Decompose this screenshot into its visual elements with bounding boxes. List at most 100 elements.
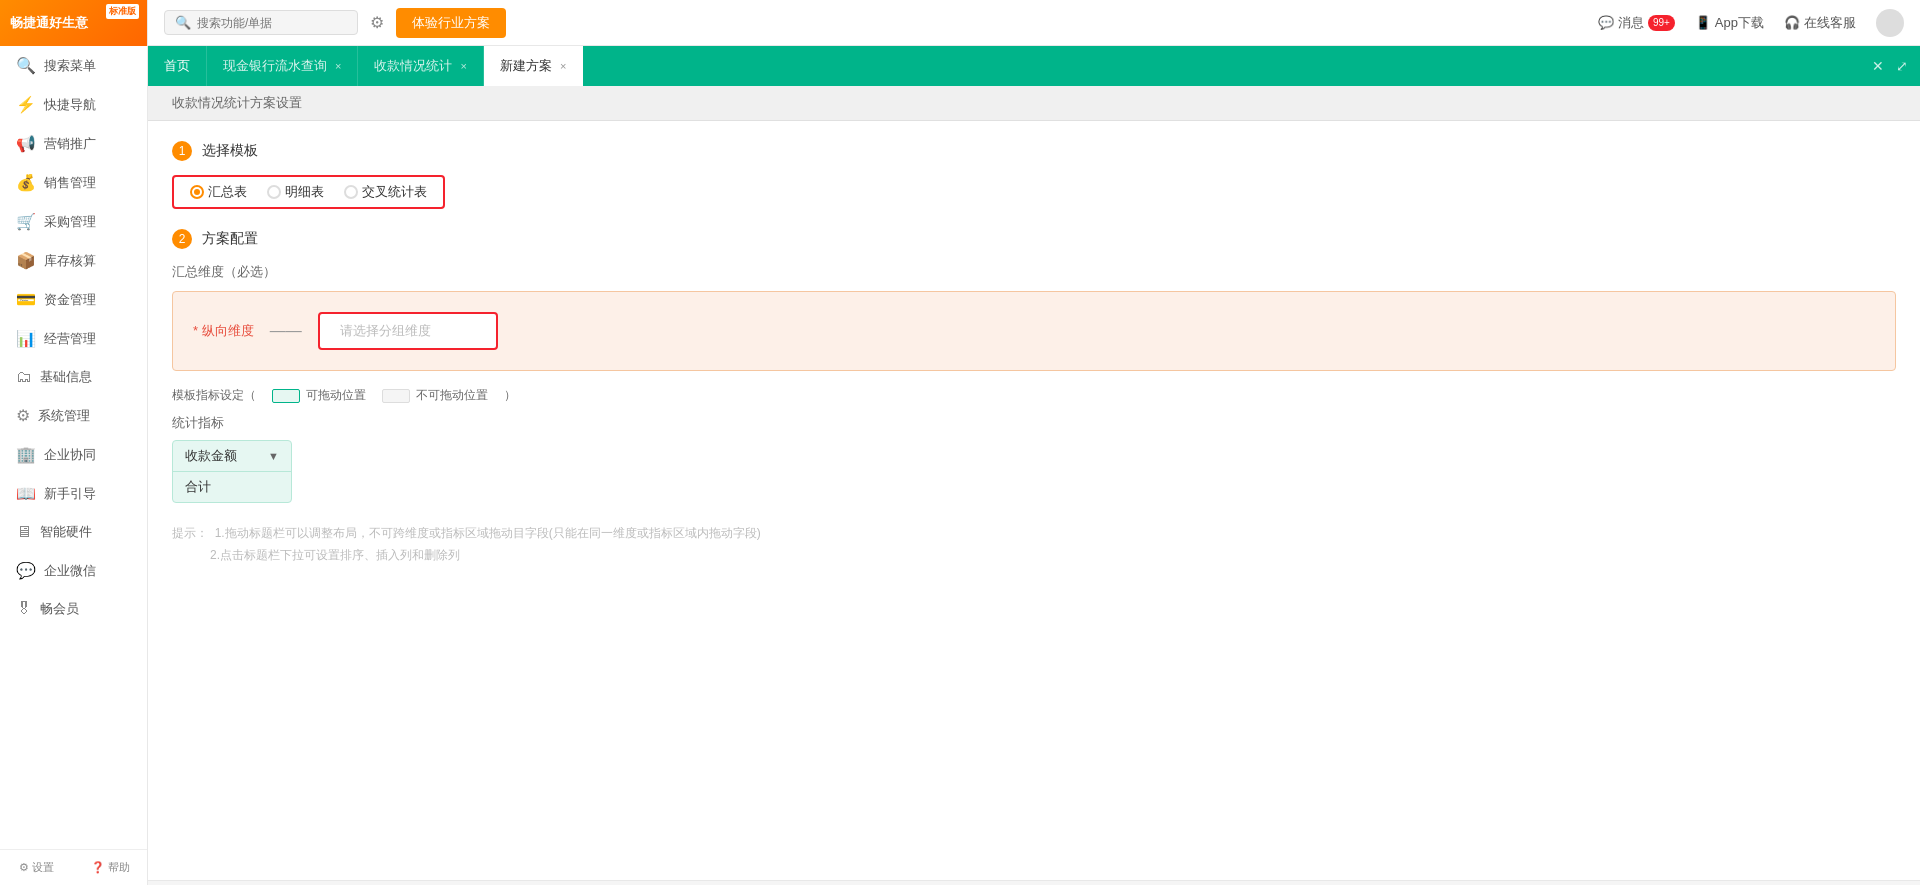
sidebar-item-4[interactable]: 🛒采购管理: [0, 202, 147, 241]
sidebar-item-3[interactable]: 💰销售管理: [0, 163, 147, 202]
tip2: 2.点击标题栏下拉可设置排序、插入列和删除列: [172, 545, 1896, 567]
dimension-placeholder: 请选择分组维度: [340, 323, 431, 338]
nav-icon-5: 📦: [16, 251, 36, 270]
sidebar-item-9[interactable]: ⚙ 系统管理: [0, 396, 147, 435]
nav-label-1: 快捷导航: [44, 96, 96, 114]
tab-new-plan-label: 新建方案: [500, 57, 552, 75]
sidebar-bottom-settings[interactable]: ⚙ 设置: [0, 850, 74, 885]
nav-icon-6: 💳: [16, 290, 36, 309]
radio-detail[interactable]: 明细表: [267, 183, 324, 201]
sidebar-item-11[interactable]: 📖新手引导: [0, 474, 147, 513]
tab-home-label: 首页: [164, 57, 190, 75]
sidebar-item-1[interactable]: ⚡ 快捷导航: [0, 85, 147, 124]
sidebar-bottom-help[interactable]: ❓ 帮助: [74, 850, 148, 885]
nav-label-11: 新手引导: [44, 485, 96, 503]
radio-detail-btn[interactable]: [267, 185, 281, 199]
nav-icon-8: 🗂: [16, 368, 32, 386]
sidebar-item-6[interactable]: 💳资金管理: [0, 280, 147, 319]
search-box[interactable]: 🔍: [164, 10, 358, 35]
dimension-row: 纵向维度 —— 请选择分组维度: [193, 312, 1875, 350]
radio-detail-label: 明细表: [285, 183, 324, 201]
step1-num: 1: [172, 141, 192, 161]
tab-collection-stats[interactable]: 收款情况统计 ×: [358, 46, 483, 86]
step2-title: 方案配置: [202, 230, 258, 248]
indicator-card-body: 合计: [173, 472, 291, 502]
sidebar-item-8[interactable]: 🗂基础信息: [0, 358, 147, 396]
search-icon: 🔍: [175, 15, 191, 30]
tab-home[interactable]: 首页: [148, 46, 207, 86]
legend-fixed: 不可拖动位置: [382, 387, 488, 404]
tab-new-plan-close[interactable]: ×: [560, 60, 566, 72]
notification-badge: 99+: [1648, 15, 1675, 31]
user-avatar[interactable]: [1876, 9, 1904, 37]
support-label: 在线客服: [1804, 14, 1856, 32]
expand-window-icon[interactable]: ⤢: [1896, 58, 1908, 74]
sidebar-item-2[interactable]: 📢营销推广: [0, 124, 147, 163]
online-support-item[interactable]: 🎧 在线客服: [1784, 14, 1856, 32]
sidebar-item-13[interactable]: 💬 企业微信: [0, 551, 147, 590]
notification-label: 消息: [1618, 14, 1644, 32]
support-icon: 🎧: [1784, 15, 1800, 30]
step2-section: 2 方案配置 汇总维度（必选） 纵向维度 —— 请选择分组维度: [172, 229, 1896, 566]
nav-label-4: 采购管理: [44, 213, 96, 231]
page-body: 1 选择模板 汇总表 明细表: [148, 121, 1920, 880]
dimension-section-label: 汇总维度（必选）: [172, 263, 1896, 281]
indicator-legend: 模板指标设定（ 可拖动位置 不可拖动位置 ）: [172, 387, 1896, 404]
tab-new-plan[interactable]: 新建方案 ×: [484, 46, 583, 86]
close-window-icon[interactable]: ✕: [1872, 58, 1884, 74]
indicator-card-dropdown-icon[interactable]: ▼: [268, 450, 279, 462]
template-select-box: 汇总表 明细表 交叉统计表: [172, 175, 445, 209]
radio-crosstab[interactable]: 交叉统计表: [344, 183, 427, 201]
notification-item[interactable]: 💬 消息 99+: [1598, 14, 1675, 32]
topbar: 🔍 ⚙ 体验行业方案 💬 消息 99+ 📱 App下载 🎧 在线客服: [148, 0, 1920, 46]
radio-crosstab-label: 交叉统计表: [362, 183, 427, 201]
sidebar-bottom: ⚙ 设置 ❓ 帮助: [0, 849, 147, 885]
nav-icon-0: 🔍: [16, 56, 36, 75]
tip1: 提示： 1.拖动标题栏可以调整布局，不可跨维度或指标区域拖动目字段(只能在同一维…: [172, 523, 1896, 545]
step2-header: 2 方案配置: [172, 229, 1896, 249]
sidebar-item-12[interactable]: 🖥智能硬件: [0, 513, 147, 551]
content-area: 收款情况统计方案设置 1 选择模板 汇总表: [148, 86, 1920, 885]
nav-label-5: 库存核算: [44, 252, 96, 270]
sidebar-item-7[interactable]: 📊经营管理: [0, 319, 147, 358]
radio-crosstab-btn[interactable]: [344, 185, 358, 199]
logo-text: 畅捷通好生意: [10, 14, 88, 32]
step1-header: 1 选择模板: [172, 141, 1896, 161]
radio-summary-btn[interactable]: [190, 185, 204, 199]
step1-section: 1 选择模板 汇总表 明细表: [172, 141, 1896, 209]
industry-button[interactable]: 体验行业方案: [396, 8, 506, 38]
tab-collection-stats-close[interactable]: ×: [460, 60, 466, 72]
indicator-card-header: 收款金额 ▼: [173, 441, 291, 472]
topbar-right: 💬 消息 99+ 📱 App下载 🎧 在线客服: [1598, 9, 1904, 37]
sidebar-item-0[interactable]: 🔍搜索菜单: [0, 46, 147, 85]
sidebar-item-5[interactable]: 📦 库存核算: [0, 241, 147, 280]
download-label: App下载: [1715, 14, 1764, 32]
tab-cash-flow[interactable]: 现金银行流水查询 ×: [207, 46, 358, 86]
vertical-dimension-label: 纵向维度: [193, 322, 254, 340]
app-download-item[interactable]: 📱 App下载: [1695, 14, 1764, 32]
nav-icon-13: 💬: [16, 561, 36, 580]
nav-label-9: 系统管理: [38, 407, 90, 425]
legend-fixed-label: 不可拖动位置: [416, 387, 488, 404]
sidebar-item-14[interactable]: 🎖畅会员: [0, 590, 147, 628]
nav-icon-9: ⚙: [16, 406, 30, 425]
legend-movable-label: 可拖动位置: [306, 387, 366, 404]
indicator-settings: 模板指标设定（ 可拖动位置 不可拖动位置 ） 统计指标: [172, 387, 1896, 503]
dimension-area: 纵向维度 —— 请选择分组维度: [172, 291, 1896, 371]
window-buttons: ✕ ⤢: [1860, 58, 1920, 74]
gear-icon[interactable]: ⚙: [370, 13, 384, 32]
nav-label-14: 畅会员: [40, 600, 79, 618]
download-icon: 📱: [1695, 15, 1711, 30]
sidebar-item-10[interactable]: 🏢企业协同: [0, 435, 147, 474]
radio-summary[interactable]: 汇总表: [190, 183, 247, 201]
indicator-card-title: 收款金额: [185, 447, 237, 465]
bottom-bar: 方案保存(可选) 取消 查询: [148, 880, 1920, 885]
indicator-total-label: 合计: [185, 479, 211, 494]
search-input[interactable]: [197, 16, 347, 30]
tab-cash-flow-close[interactable]: ×: [335, 60, 341, 72]
indicator-section-label: 模板指标设定（: [172, 387, 256, 404]
dimension-input[interactable]: 请选择分组维度: [318, 312, 498, 350]
nav-icon-1: ⚡: [16, 95, 36, 114]
nav-label-13: 企业微信: [44, 562, 96, 580]
nav-label-3: 销售管理: [44, 174, 96, 192]
